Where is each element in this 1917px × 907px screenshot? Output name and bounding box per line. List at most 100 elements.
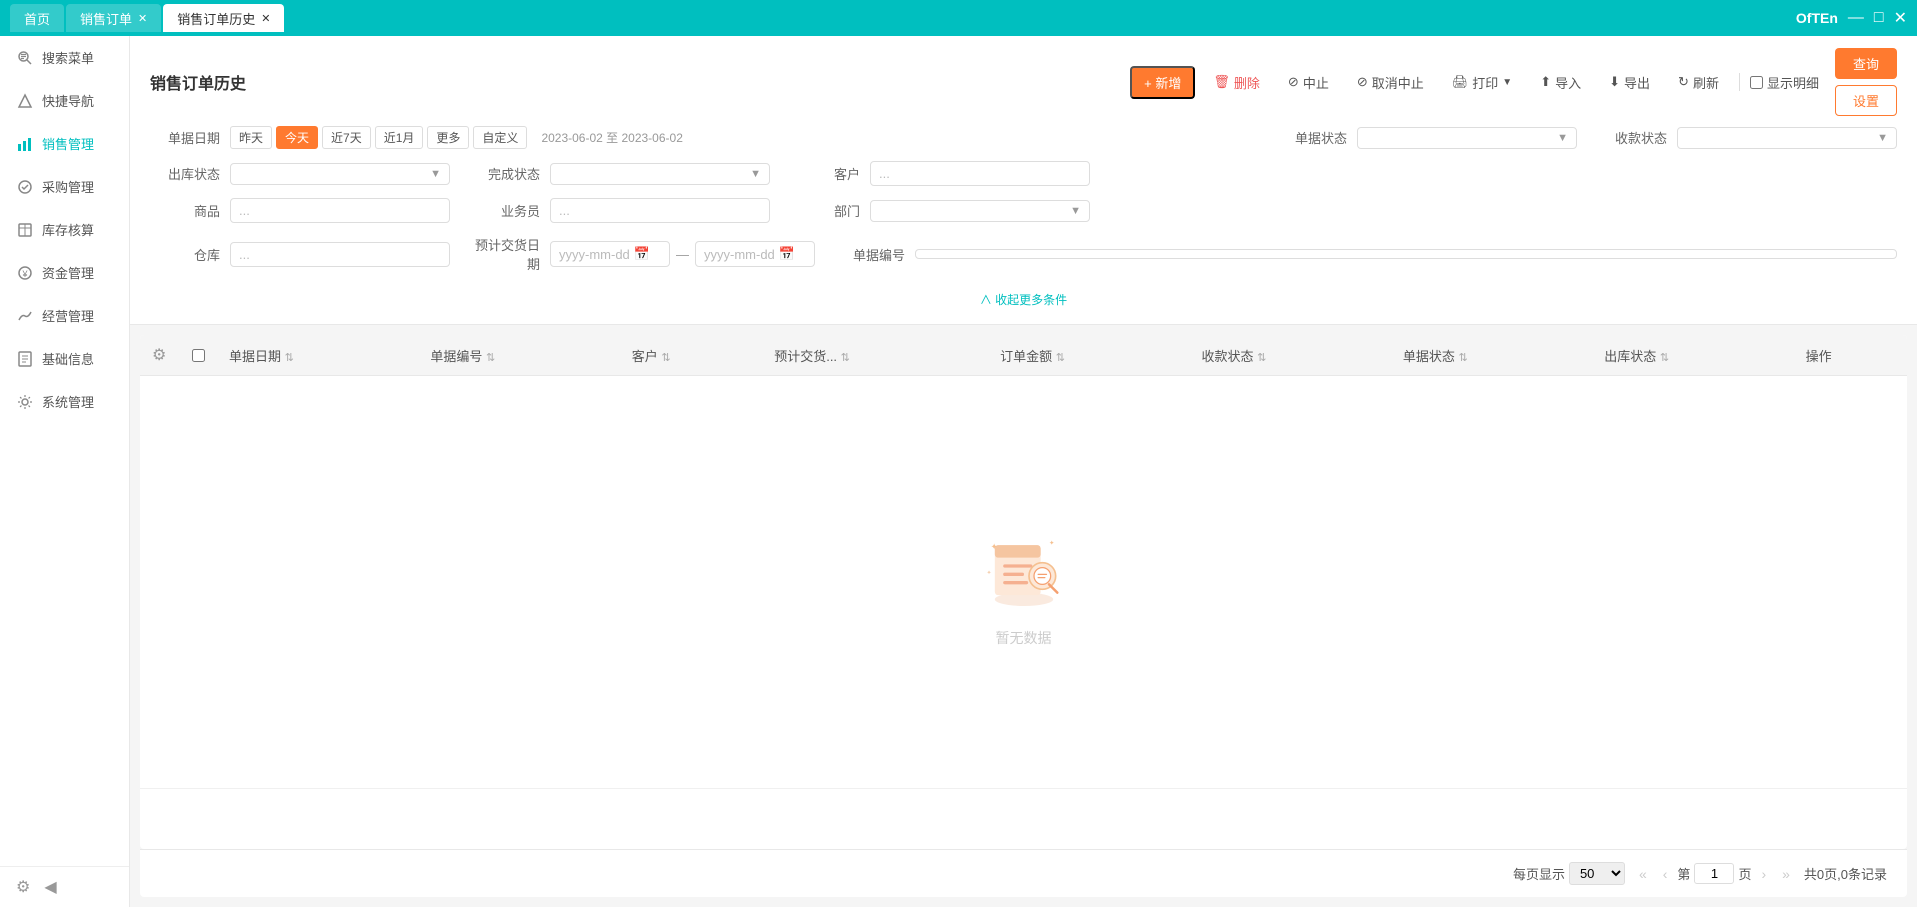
next-page-btn[interactable]: ›	[1755, 864, 1772, 884]
refresh-button[interactable]: ↻ 刷新	[1668, 68, 1729, 97]
payment-status-arrow-icon: ▼	[1877, 132, 1888, 144]
query-button-label: 查询	[1853, 57, 1879, 72]
settings-button[interactable]: 设置	[1835, 85, 1897, 116]
show-detail-checkbox-label[interactable]: 显示明细	[1750, 73, 1819, 92]
salesperson-input[interactable]: ...	[550, 198, 770, 223]
table-header-row: ⚙ 单据日期 ⇅ 单据编号 ⇅	[140, 335, 1907, 376]
main-content: 销售订单历史 + 新增 🗑 删除 ⊘ 中止 ⊘ 取消中止	[130, 36, 1917, 907]
tab-home-label: 首页	[24, 9, 50, 28]
per-page-dropdown[interactable]: 50 10 20 100	[1569, 862, 1625, 885]
sidebar-item-inventory[interactable]: 库存核算	[0, 208, 129, 251]
first-page-btn[interactable]: «	[1633, 864, 1653, 884]
warehouse-input[interactable]: ...	[230, 242, 450, 267]
tab-sales-order-close[interactable]: ✕	[138, 12, 147, 25]
sidebar-item-search-menu[interactable]: 搜索菜单	[0, 36, 129, 79]
export-button[interactable]: ⬇ 导出	[1599, 68, 1660, 97]
completion-status-select[interactable]: ▼	[550, 163, 770, 185]
sidebar-item-sys-mgmt[interactable]: 系统管理	[0, 380, 129, 423]
payment-status-select[interactable]: ▼	[1677, 127, 1897, 149]
refresh-icon: ↻	[1678, 74, 1689, 90]
th-order-amount-label: 订单金额	[1000, 349, 1052, 364]
customer-input[interactable]: ...	[870, 161, 1090, 186]
sidebar-settings-icon[interactable]: ⚙	[16, 877, 30, 897]
last-page-btn[interactable]: »	[1776, 864, 1796, 884]
page-title: 销售订单历史	[150, 70, 246, 94]
department-select[interactable]: ▼	[870, 200, 1090, 222]
select-all-checkbox[interactable]	[192, 349, 205, 362]
tab-home[interactable]: 首页	[10, 4, 64, 32]
page-input[interactable]	[1694, 863, 1734, 884]
tab-sales-order[interactable]: 销售订单 ✕	[66, 4, 161, 32]
th-payment-status-sort-icon[interactable]: ⇅	[1257, 352, 1266, 364]
th-order-status-label: 单据状态	[1403, 349, 1455, 364]
th-customer-sort-icon[interactable]: ⇅	[661, 352, 670, 364]
order-no-input[interactable]	[915, 249, 1897, 259]
query-button[interactable]: 查询	[1835, 48, 1897, 79]
search-menu-icon	[16, 49, 34, 67]
sidebar-item-purchase-mgmt[interactable]: 采购管理	[0, 165, 129, 208]
stop-icon: ⊘	[1288, 74, 1299, 90]
minimize-btn[interactable]: —	[1848, 9, 1864, 27]
show-detail-checkbox[interactable]	[1750, 76, 1763, 89]
th-outbound-status-sort-icon[interactable]: ⇅	[1660, 352, 1669, 364]
import-button[interactable]: ⬆ 导入	[1530, 68, 1591, 97]
date-from-calendar-icon[interactable]: 📅	[634, 246, 650, 262]
date-shortcuts: 昨天 今天 近7天 近1月 更多 自定义	[230, 126, 527, 149]
estimated-date-to[interactable]: yyyy-mm-dd 📅	[695, 241, 815, 267]
prev-page-btn[interactable]: ‹	[1657, 864, 1674, 884]
collapse-bar[interactable]: ∧ 收起更多条件	[150, 285, 1897, 314]
page-title-row: 销售订单历史 + 新增 🗑 删除 ⊘ 中止 ⊘ 取消中止	[150, 48, 1897, 116]
date-last7-btn[interactable]: 近7天	[322, 126, 371, 149]
maximize-btn[interactable]: □	[1874, 9, 1884, 27]
th-order-amount-sort-icon[interactable]: ⇅	[1056, 352, 1065, 364]
order-status-select[interactable]: ▼	[1357, 127, 1577, 149]
tab-sales-order-history-close[interactable]: ✕	[261, 12, 270, 25]
sidebar-item-quick-nav[interactable]: 快捷导航	[0, 79, 129, 122]
print-button[interactable]: 🖨 打印 ▼	[1442, 68, 1522, 97]
sidebar-item-sales-mgmt[interactable]: 销售管理	[0, 122, 129, 165]
delete-button[interactable]: 🗑 删除	[1203, 68, 1270, 97]
date-to-calendar-icon[interactable]: 📅	[779, 246, 795, 262]
th-check	[180, 335, 217, 376]
th-estimated-delivery-sort-icon[interactable]: ⇅	[841, 352, 850, 364]
svg-text:¥: ¥	[21, 269, 28, 279]
header-checkbox-cell	[192, 349, 205, 362]
estimated-date-from[interactable]: yyyy-mm-dd 📅	[550, 241, 670, 267]
stop-button[interactable]: ⊘ 中止	[1278, 68, 1339, 97]
th-actions: 操作	[1794, 335, 1907, 376]
sidebar-item-finance[interactable]: ¥ 资金管理	[0, 251, 129, 294]
date-yesterday-btn[interactable]: 昨天	[230, 126, 272, 149]
date-today-btn[interactable]: 今天	[276, 126, 318, 149]
close-btn[interactable]: ✕	[1894, 8, 1907, 28]
sidebar-bottom: ⚙ ◀	[0, 866, 129, 907]
salesperson-placeholder: ...	[559, 203, 761, 218]
th-order-no-sort-icon[interactable]: ⇅	[486, 352, 495, 364]
sidebar-collapse-icon[interactable]: ◀	[44, 877, 56, 897]
page-label: 第	[1677, 864, 1690, 883]
page-nav: « ‹ 第 页 › »	[1633, 863, 1796, 884]
tab-sales-order-label: 销售订单	[80, 9, 132, 28]
sidebar-item-operations[interactable]: 经营管理	[0, 294, 129, 337]
table-settings-button[interactable]: ⚙	[152, 345, 166, 365]
th-order-status-sort-icon[interactable]: ⇅	[1459, 352, 1468, 364]
quick-nav-icon	[16, 92, 34, 110]
th-customer-label: 客户	[632, 349, 658, 364]
th-date-sort-icon[interactable]: ⇅	[285, 352, 294, 364]
date-to-placeholder: yyyy-mm-dd	[704, 247, 775, 262]
date-custom-btn[interactable]: 自定义	[473, 126, 527, 149]
date-label: 单据日期	[150, 128, 230, 147]
sidebar-item-basic-info[interactable]: 基础信息	[0, 337, 129, 380]
date-more-btn[interactable]: 更多	[427, 126, 469, 149]
goods-input[interactable]: ...	[230, 198, 450, 223]
outbound-status-select[interactable]: ▼	[230, 163, 450, 185]
new-button[interactable]: + 新增	[1130, 66, 1195, 99]
cancel-stop-button[interactable]: ⊘ 取消中止	[1347, 68, 1434, 97]
sidebar-label-quick-nav: 快捷导航	[42, 91, 94, 110]
sidebar-label-finance: 资金管理	[42, 263, 94, 282]
date-last1month-btn[interactable]: 近1月	[375, 126, 424, 149]
tab-sales-order-history[interactable]: 销售订单历史 ✕	[163, 4, 284, 32]
delete-label: 删除	[1234, 73, 1260, 92]
th-order-no: 单据编号 ⇅	[418, 335, 619, 376]
print-icon: 🖨	[1452, 74, 1469, 90]
sidebar-label-sys-mgmt: 系统管理	[42, 392, 94, 411]
